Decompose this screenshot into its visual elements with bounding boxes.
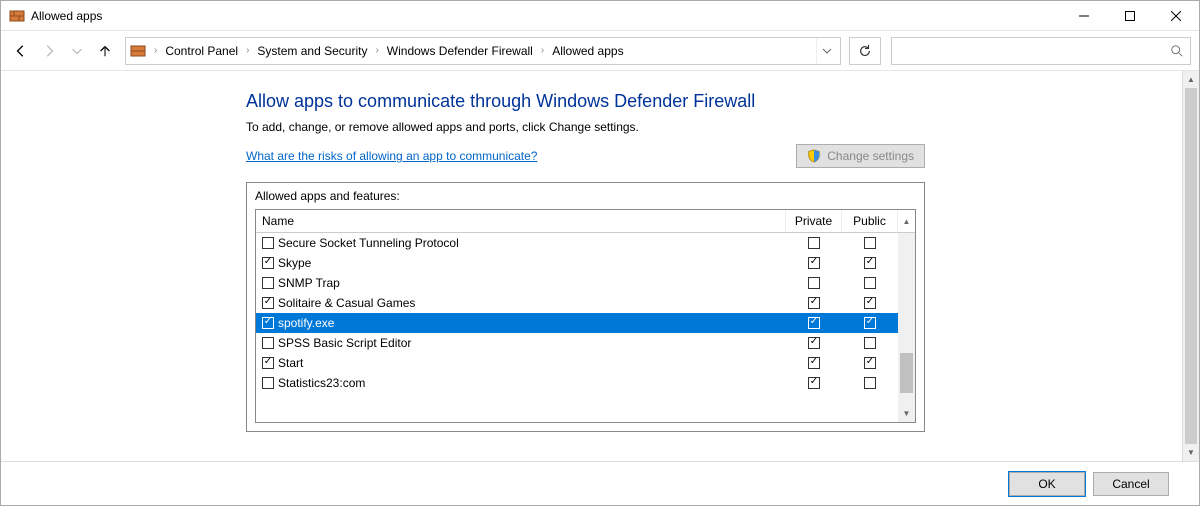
column-header-private[interactable]: Private <box>786 210 842 232</box>
public-checkbox[interactable] <box>864 257 876 269</box>
title-bar: Allowed apps <box>1 1 1199 31</box>
firewall-breadcrumb-icon <box>130 43 146 59</box>
public-checkbox[interactable] <box>864 277 876 289</box>
column-header-public[interactable]: Public <box>842 210 898 232</box>
change-settings-button[interactable]: Change settings <box>796 144 925 168</box>
scroll-down-arrow-icon[interactable]: ▼ <box>1183 444 1199 461</box>
app-name-label: Skype <box>278 256 311 270</box>
page-scrollbar[interactable]: ▲ ▼ <box>1182 71 1199 461</box>
breadcrumb-item[interactable]: Allowed apps <box>548 44 627 58</box>
table-row[interactable]: spotify.exe <box>256 313 915 333</box>
allowed-apps-table: Name Private Public ▲ Secure Socket Tunn… <box>255 209 916 423</box>
table-row[interactable]: SPSS Basic Script Editor <box>256 333 915 353</box>
allowed-apps-group: Allowed apps and features: Name Private … <box>246 182 925 432</box>
app-name-label: SNMP Trap <box>278 276 340 290</box>
chevron-right-icon: › <box>373 45 380 56</box>
maximize-button[interactable] <box>1107 1 1153 30</box>
private-checkbox[interactable] <box>808 297 820 309</box>
cancel-button[interactable]: Cancel <box>1093 472 1169 496</box>
search-box[interactable] <box>891 37 1191 65</box>
window-title: Allowed apps <box>31 9 102 23</box>
app-name-label: Solitaire & Casual Games <box>278 296 415 310</box>
enable-checkbox[interactable] <box>262 337 274 349</box>
app-name-label: Start <box>278 356 303 370</box>
private-checkbox[interactable] <box>808 357 820 369</box>
nav-up-button[interactable] <box>93 39 117 63</box>
breadcrumb-dropdown[interactable] <box>816 38 836 64</box>
table-row[interactable]: SNMP Trap <box>256 273 915 293</box>
ok-button[interactable]: OK <box>1009 472 1085 496</box>
shield-icon <box>807 149 821 163</box>
risk-info-link[interactable]: What are the risks of allowing an app to… <box>246 149 537 163</box>
nav-back-button[interactable] <box>9 39 33 63</box>
dialog-footer: OK Cancel <box>1 461 1199 505</box>
enable-checkbox[interactable] <box>262 317 274 329</box>
table-scrollbar[interactable]: ▼ <box>898 233 915 422</box>
scroll-up-arrow-icon[interactable]: ▲ <box>898 210 915 232</box>
breadcrumb-item[interactable]: Control Panel <box>161 44 242 58</box>
nav-forward-button[interactable] <box>37 39 61 63</box>
private-checkbox[interactable] <box>808 377 820 389</box>
app-name-label: spotify.exe <box>278 316 334 330</box>
scroll-down-arrow-icon[interactable]: ▼ <box>898 405 915 422</box>
enable-checkbox[interactable] <box>262 377 274 389</box>
search-input[interactable] <box>898 44 1170 58</box>
scrollbar-thumb[interactable] <box>900 353 913 393</box>
minimize-button[interactable] <box>1061 1 1107 30</box>
chevron-right-icon: › <box>539 45 546 56</box>
scrollbar-thumb[interactable] <box>1185 88 1197 444</box>
breadcrumb[interactable]: › Control Panel › System and Security › … <box>125 37 841 65</box>
column-header-name[interactable]: Name <box>256 210 786 232</box>
breadcrumb-item[interactable]: System and Security <box>253 44 371 58</box>
table-row[interactable]: Solitaire & Casual Games <box>256 293 915 313</box>
app-name-label: Statistics23:com <box>278 376 365 390</box>
public-checkbox[interactable] <box>864 377 876 389</box>
table-row[interactable]: Skype <box>256 253 915 273</box>
public-checkbox[interactable] <box>864 237 876 249</box>
table-row[interactable]: Secure Socket Tunneling Protocol <box>256 233 915 253</box>
private-checkbox[interactable] <box>808 237 820 249</box>
close-button[interactable] <box>1153 1 1199 30</box>
table-caption: Allowed apps and features: <box>247 183 924 209</box>
public-checkbox[interactable] <box>864 357 876 369</box>
enable-checkbox[interactable] <box>262 277 274 289</box>
private-checkbox[interactable] <box>808 277 820 289</box>
private-checkbox[interactable] <box>808 317 820 329</box>
firewall-app-icon <box>9 8 25 24</box>
scroll-up-arrow-icon[interactable]: ▲ <box>1183 71 1199 88</box>
chevron-right-icon: › <box>244 45 251 56</box>
change-settings-label: Change settings <box>827 149 914 163</box>
public-checkbox[interactable] <box>864 337 876 349</box>
nav-history-dropdown[interactable] <box>65 39 89 63</box>
enable-checkbox[interactable] <box>262 237 274 249</box>
table-row[interactable]: Statistics23:com <box>256 373 915 393</box>
page-subtitle: To add, change, or remove allowed apps a… <box>246 120 931 134</box>
refresh-button[interactable] <box>849 37 881 65</box>
chevron-right-icon: › <box>152 45 159 56</box>
private-checkbox[interactable] <box>808 337 820 349</box>
app-name-label: SPSS Basic Script Editor <box>278 336 411 350</box>
public-checkbox[interactable] <box>864 297 876 309</box>
page-heading: Allow apps to communicate through Window… <box>246 91 931 112</box>
enable-checkbox[interactable] <box>262 357 274 369</box>
public-checkbox[interactable] <box>864 317 876 329</box>
breadcrumb-item[interactable]: Windows Defender Firewall <box>383 44 537 58</box>
app-name-label: Secure Socket Tunneling Protocol <box>278 236 459 250</box>
table-row[interactable]: Start <box>256 353 915 373</box>
enable-checkbox[interactable] <box>262 257 274 269</box>
search-icon <box>1170 44 1184 58</box>
enable-checkbox[interactable] <box>262 297 274 309</box>
private-checkbox[interactable] <box>808 257 820 269</box>
navigation-bar: › Control Panel › System and Security › … <box>1 31 1199 71</box>
